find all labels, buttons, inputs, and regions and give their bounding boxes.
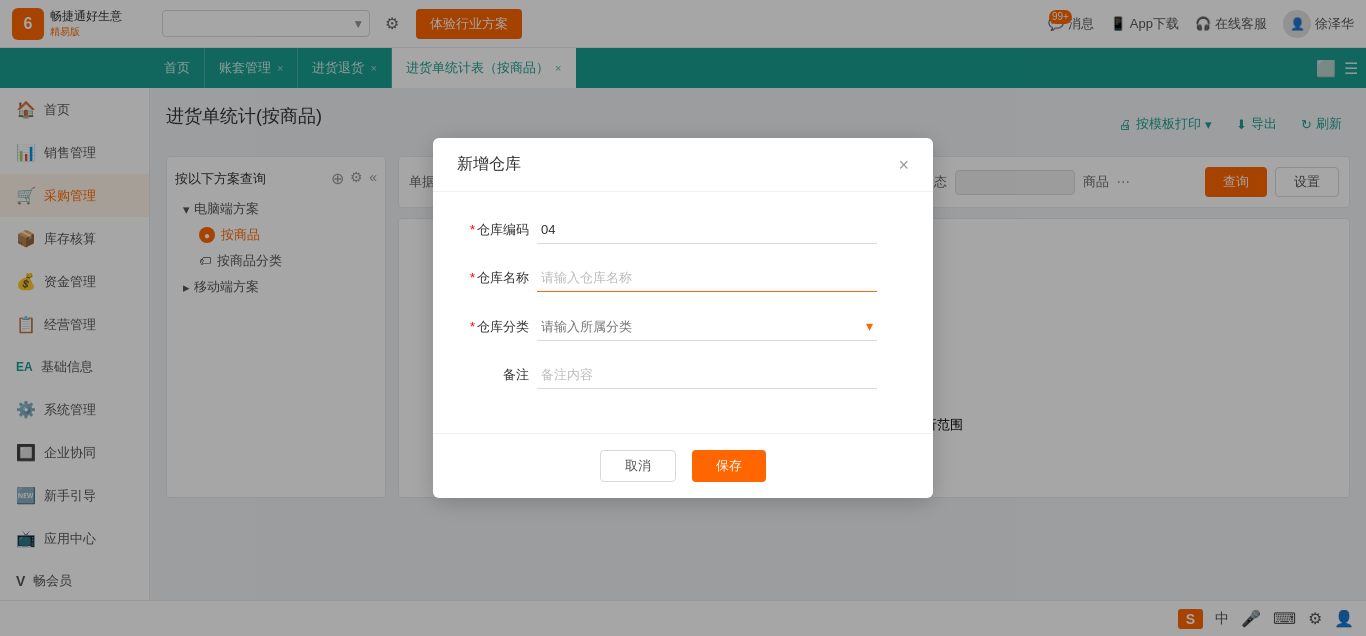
form-row-name: 仓库名称 <box>457 264 909 292</box>
modal-title: 新增仓库 <box>457 154 521 175</box>
warehouse-code-label: 仓库编码 <box>457 221 537 239</box>
remark-label: 备注 <box>457 366 537 384</box>
form-row-category: 仓库分类 ▾ <box>457 312 909 341</box>
modal-overlay: 新增仓库 × 仓库编码 仓库名称 仓库分类 ▾ <box>0 0 1366 636</box>
warehouse-category-label: 仓库分类 <box>457 318 537 336</box>
modal-box: 新增仓库 × 仓库编码 仓库名称 仓库分类 ▾ <box>433 138 933 498</box>
remark-input[interactable] <box>537 361 877 389</box>
form-row-code: 仓库编码 <box>457 216 909 244</box>
warehouse-category-select[interactable]: ▾ <box>537 312 877 341</box>
modal-footer: 取消 保存 <box>433 433 933 498</box>
cancel-button[interactable]: 取消 <box>600 450 676 482</box>
warehouse-category-input[interactable] <box>541 319 866 334</box>
modal-close-icon[interactable]: × <box>898 156 909 174</box>
save-button[interactable]: 保存 <box>692 450 766 482</box>
modal-header: 新增仓库 × <box>433 138 933 192</box>
warehouse-code-input[interactable] <box>537 216 877 244</box>
form-row-remark: 备注 <box>457 361 909 389</box>
category-dropdown-icon: ▾ <box>866 318 873 334</box>
warehouse-name-input[interactable] <box>537 264 877 292</box>
warehouse-name-label: 仓库名称 <box>457 269 537 287</box>
modal-body: 仓库编码 仓库名称 仓库分类 ▾ 备注 <box>433 192 933 433</box>
